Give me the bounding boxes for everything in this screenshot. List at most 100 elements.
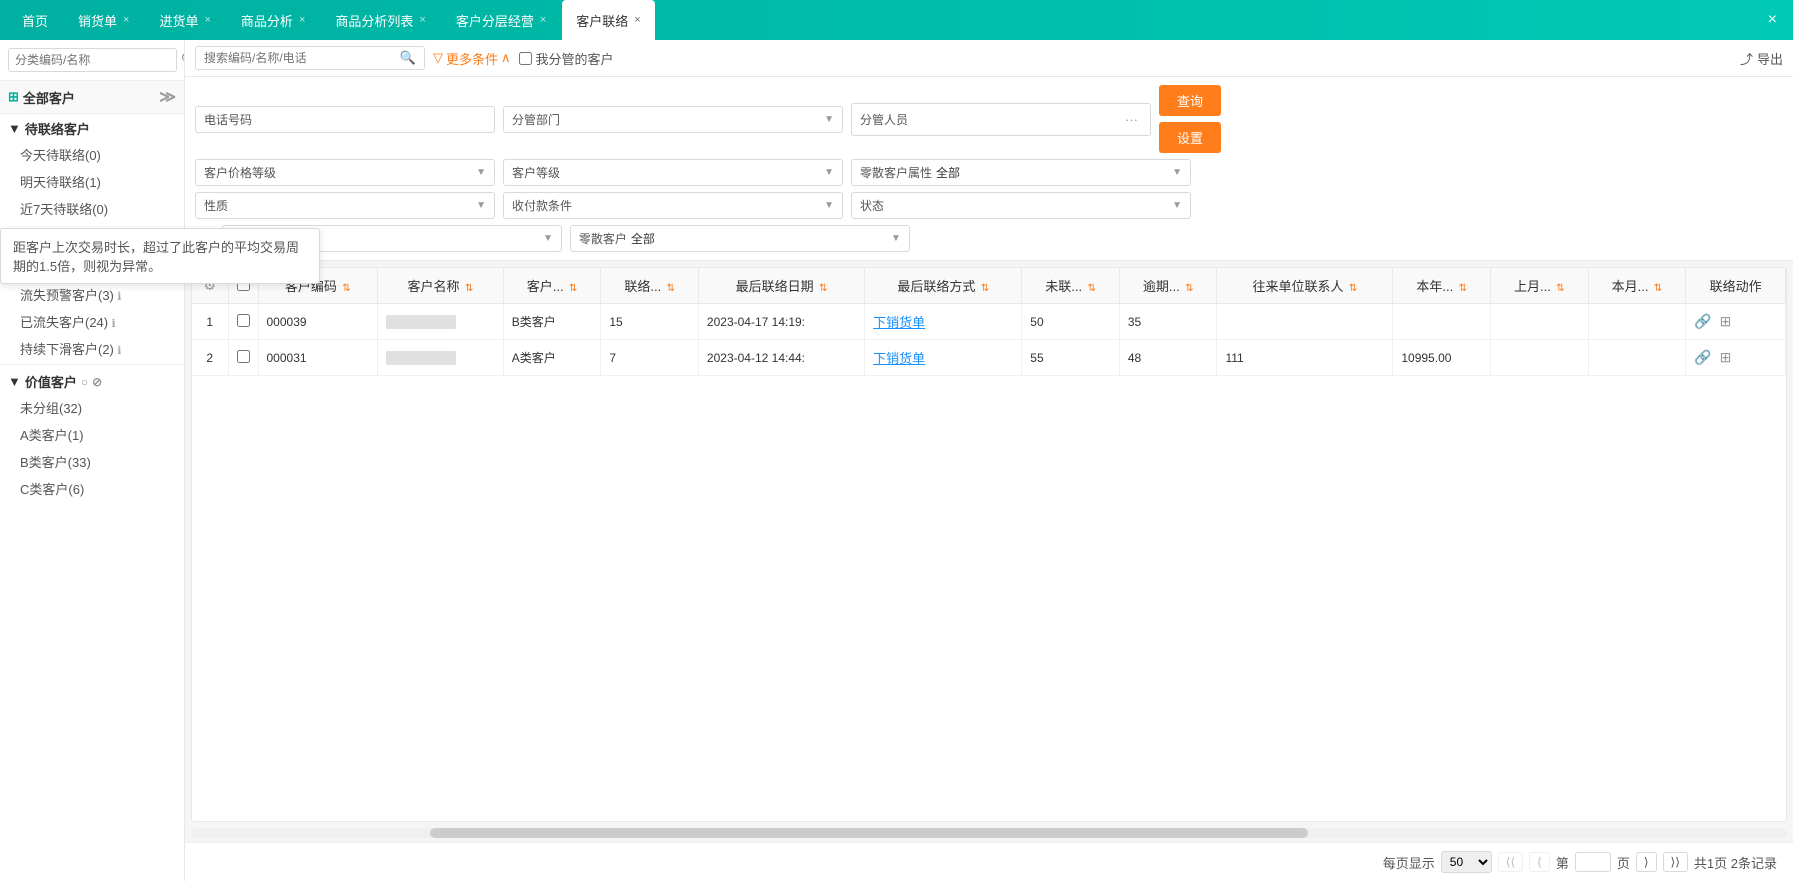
page-number-input[interactable]: 1: [1575, 852, 1611, 872]
grid-action-icon[interactable]: ⊞: [1720, 349, 1732, 366]
close-icon[interactable]: ×: [299, 14, 305, 26]
last-contact-date-cell: 2023-04-17 14:19:: [698, 304, 864, 340]
sidebar-item-c-class[interactable]: C类客户(6): [0, 475, 184, 502]
sidebar-collapse-button[interactable]: ≫: [159, 87, 176, 107]
table-header-actions: 联络动作: [1686, 268, 1786, 304]
churn-warning-label: 流失预警客户(3): [20, 288, 114, 303]
sort-icon[interactable]: ⇅: [1654, 283, 1662, 294]
export-label: 导出: [1757, 49, 1783, 68]
scroll-thumb[interactable]: [430, 828, 1308, 838]
retail-attr-select[interactable]: 零散客户属性 全部 ▼: [851, 159, 1191, 186]
export-button[interactable]: ⤴ 导出: [1740, 49, 1783, 68]
nav-tab-home-label: 首页: [22, 11, 48, 30]
sort-icon[interactable]: ⇅: [465, 283, 473, 294]
sort-icon[interactable]: ⇅: [342, 283, 350, 294]
row-checkbox[interactable]: [237, 350, 250, 363]
more-conditions-button[interactable]: ▽ 更多条件 ∧: [433, 49, 511, 68]
sidebar-item-a-class[interactable]: A类客户(1): [0, 421, 184, 448]
settings-icon[interactable]: ⊘: [92, 375, 102, 389]
horizontal-scrollbar[interactable]: [191, 828, 1787, 838]
search-field[interactable]: 🔍: [195, 46, 425, 70]
nav-tab-sales[interactable]: 销货单 ×: [64, 0, 143, 40]
nav-tab-customer-contact[interactable]: 客户联络 ×: [562, 0, 654, 40]
nav-tab-purchase[interactable]: 进货单 ×: [145, 0, 224, 40]
status-label: 状态: [860, 197, 884, 214]
nav-tab-purchase-label: 进货单: [159, 11, 198, 30]
first-page-button[interactable]: ⟨⟨: [1498, 852, 1523, 872]
sort-icon[interactable]: ⇅: [1556, 283, 1564, 294]
more-options-icon[interactable]: ···: [1121, 108, 1142, 131]
query-button[interactable]: 查询: [1159, 85, 1221, 116]
filter-bar: 🔍 ▽ 更多条件 ∧ 我分管的客户 ⤴ 导出: [185, 40, 1793, 77]
sidebar-item-declining[interactable]: 持续下滑客户(2) ℹ: [0, 335, 184, 362]
nav-tab-customer-tier[interactable]: 客户分层经营 ×: [442, 0, 560, 40]
last-method-link[interactable]: 下销货单: [873, 315, 925, 330]
customer-name-blurred: [386, 351, 456, 365]
edit-icon[interactable]: ○: [81, 375, 88, 389]
prev-page-button[interactable]: ⟨: [1529, 852, 1550, 872]
person-select[interactable]: 分管人员 ···: [851, 103, 1151, 136]
nav-tab-product-analysis-label: 商品分析: [241, 11, 293, 30]
sidebar-item-7days-label: 近7天待联络(0): [20, 202, 108, 217]
table-header-current-month: 本月... ⇅: [1588, 268, 1686, 304]
grid-action-icon[interactable]: ⊞: [1720, 313, 1732, 330]
actions-cell: 🔗 ⊞: [1686, 340, 1786, 376]
status-select[interactable]: 状态 ▼: [851, 192, 1191, 219]
close-icon[interactable]: ×: [634, 14, 640, 26]
sort-icon[interactable]: ⇅: [1087, 283, 1095, 294]
setting-button[interactable]: 设置: [1159, 122, 1221, 153]
payment-select[interactable]: 收付款条件 ▼: [503, 192, 843, 219]
page-size-select[interactable]: 50 100 200: [1441, 851, 1492, 873]
sort-icon[interactable]: ⇅: [1459, 283, 1467, 294]
sidebar-item-churn-warning[interactable]: 流失预警客户(3) ℹ: [0, 281, 184, 308]
sort-icon[interactable]: ⇅: [667, 283, 675, 294]
close-icon[interactable]: ×: [419, 14, 425, 26]
table-header-last-month: 上月... ⇅: [1490, 268, 1588, 304]
nav-tab-product-analysis[interactable]: 商品分析 ×: [227, 0, 319, 40]
sort-icon[interactable]: ⇅: [569, 283, 577, 294]
phone-input[interactable]: [256, 112, 486, 126]
close-icon[interactable]: ×: [540, 14, 546, 26]
search-button[interactable]: 🔍: [400, 50, 416, 66]
link-action-icon[interactable]: 🔗: [1694, 349, 1711, 366]
sidebar-item-7days-pending[interactable]: 近7天待联络(0): [0, 195, 184, 222]
sort-icon[interactable]: ⇅: [819, 283, 827, 294]
overdue-cell: 48: [1119, 340, 1217, 376]
last-page-button[interactable]: ⟩⟩: [1663, 852, 1688, 872]
retail-customer-select[interactable]: 零散客户 全部 ▼: [570, 225, 910, 252]
search-input[interactable]: [204, 51, 400, 65]
phone-field[interactable]: 电话号码: [195, 106, 495, 133]
chevron-down-icon: ▼: [476, 200, 486, 211]
row-checkbox[interactable]: [237, 314, 250, 327]
sidebar-item-tomorrow-pending[interactable]: 明天待联络(1): [0, 168, 184, 195]
my-customers-checkbox[interactable]: [519, 52, 532, 65]
link-action-icon[interactable]: 🔗: [1694, 313, 1711, 330]
customer-level-select[interactable]: 客户等级 ▼: [503, 159, 843, 186]
actions-cell: 🔗 ⊞: [1686, 304, 1786, 340]
sidebar-item-ungrouped[interactable]: 未分组(32): [0, 394, 184, 421]
gender-select[interactable]: 性质 ▼: [195, 192, 495, 219]
my-customers-checkbox-area[interactable]: 我分管的客户: [519, 49, 614, 68]
sort-icon[interactable]: ⇅: [1185, 283, 1193, 294]
chevron-down-icon: ▼: [824, 114, 834, 125]
nav-tab-product-analysis-list[interactable]: 商品分析列表 ×: [321, 0, 439, 40]
sidebar-item-today-pending[interactable]: 今天待联络(0): [0, 141, 184, 168]
sort-icon[interactable]: ⇅: [1349, 283, 1357, 294]
sort-icon[interactable]: ⇅: [981, 283, 989, 294]
close-icon[interactable]: ×: [204, 14, 210, 26]
nav-tab-home[interactable]: 首页: [8, 0, 62, 40]
sidebar-item-b-class[interactable]: B类客户(33): [0, 448, 184, 475]
filter-row-1: 电话号码 分管部门 ▼ 分管人员 ··· 查询 设置: [195, 85, 1783, 153]
value-customer-group[interactable]: ▼ 价值客户 ○ ⊘: [0, 367, 184, 394]
last-method-link[interactable]: 下销货单: [873, 351, 925, 366]
price-level-select[interactable]: 客户价格等级 ▼: [195, 159, 495, 186]
next-page-button[interactable]: ⟩: [1636, 852, 1657, 872]
window-close-button[interactable]: ×: [1760, 11, 1785, 29]
department-select[interactable]: 分管部门 ▼: [503, 106, 843, 133]
close-icon[interactable]: ×: [123, 14, 129, 26]
expand-arrow-icon-2: ▼: [8, 374, 21, 389]
pending-contact-group[interactable]: ▼ 待联络客户: [0, 114, 184, 141]
sidebar-item-churned[interactable]: 已流失客户(24) ℹ: [0, 308, 184, 335]
category-search-input[interactable]: [8, 48, 177, 72]
data-table-area: ⚙ 客户编码 ⇅ 客户名称 ⇅: [191, 267, 1787, 822]
